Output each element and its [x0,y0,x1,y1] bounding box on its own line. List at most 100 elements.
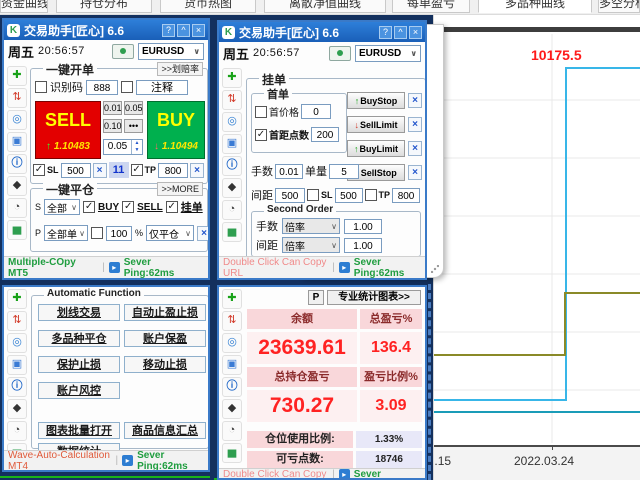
search-icon[interactable]: ◎ [7,110,27,130]
symbol-select[interactable]: EURUSD ∨ [355,44,421,62]
comment-checkbox[interactable] [121,81,133,93]
sellstop-clear-button[interactable]: × [408,165,422,180]
info-icon[interactable]: ⓘ [7,154,27,174]
help-button[interactable]: ? [162,23,175,37]
account-protect-profit-button[interactable]: 账户保盈 [124,330,206,347]
new-order-icon[interactable]: ✚ [222,68,242,88]
tab-position-dist[interactable]: 持仓分布 [56,0,152,13]
clock-icon[interactable]: ◔ [7,198,27,218]
selllimit-clear-button[interactable]: × [408,117,422,132]
buylimit-clear-button[interactable]: × [408,141,422,156]
tp-input[interactable]: 800 [392,187,421,203]
tab-equity-curve[interactable]: 资金曲线 [0,0,48,13]
buy-button[interactable]: BUY ↓ 1.10494 [147,101,205,159]
search-icon[interactable]: ◎ [7,333,27,353]
diamond-icon[interactable]: ◆ [7,176,27,196]
close-button[interactable]: × [192,23,205,37]
selllimit-button[interactable]: ↓ SellLimit [347,116,405,133]
info-icon[interactable]: ⓘ [222,377,242,397]
percent-checkbox[interactable] [91,227,104,239]
clock-icon[interactable]: ◔ [7,421,27,441]
multi-symbol-curve-chart[interactable]: 10175.5 2022.03.15 2022.03.24 [433,14,640,480]
sl-checkbox[interactable]: ✓ [33,164,45,176]
diamond-icon[interactable]: ◆ [7,399,27,419]
batch-open-charts-button[interactable]: 图表批量打开 [38,422,120,439]
pane-splitter[interactable] [428,284,431,480]
lot-preset-button[interactable]: 0.05 [124,101,143,115]
screenshot-icon[interactable] [329,45,351,61]
diamond-icon[interactable]: ◆ [222,178,242,198]
close-pending-checkbox[interactable]: ✓ [165,201,178,213]
lots-input[interactable]: 0.01 [275,163,303,179]
symbol-select[interactable]: EURUSD ∨ [138,42,204,60]
info-icon[interactable]: ⓘ [222,156,242,176]
first-distance-checkbox[interactable]: ✓ [255,128,267,141]
percent-input[interactable]: 100 [106,225,133,241]
tab-discrete-networth[interactable]: 离散净值曲线 [264,0,386,13]
help-button[interactable]: ? [379,25,392,39]
first-price-checkbox[interactable] [255,105,267,118]
p-toggle-button[interactable]: P [308,290,324,305]
second-gap-input[interactable]: 1.00 [344,237,382,253]
tp-checkbox[interactable]: ✓ [130,164,143,176]
info-icon[interactable]: ⓘ [7,377,27,397]
screenshot-icon[interactable] [112,43,134,59]
lot-size-stepper[interactable]: 0.05 ▲ ▼ [103,139,143,155]
search-icon[interactable]: ◎ [222,112,242,132]
first-price-input[interactable]: 0 [301,104,331,119]
tab-multi-symbol-curve[interactable]: 多品种曲线 [478,0,592,13]
chart-bars-icon[interactable]: ▅ [222,222,242,242]
protect-stop-button[interactable]: 保护止损 [38,356,120,373]
multi-symbol-close-button[interactable]: 多品种平仓 [38,330,120,347]
diamond-icon[interactable]: ◆ [222,399,242,419]
chart-bars-icon[interactable]: ▅ [222,443,242,463]
titlebar[interactable]: K 交易助手[匠心] 6.6 ? ^ × [4,20,208,40]
id-checkbox[interactable] [35,81,47,93]
sl-input[interactable]: 500 [60,162,91,178]
resize-grip[interactable] [431,265,439,273]
new-order-icon[interactable]: ✚ [222,289,242,309]
lot-more-button[interactable]: ••• [124,119,143,133]
odds-more-button[interactable]: >>划赔率 [157,62,203,76]
tab-long-short-analysis[interactable]: 多空分析 [598,0,640,13]
search-icon[interactable]: ◎ [222,333,242,353]
sl-input[interactable]: 500 [334,187,363,203]
symbol-scope-select[interactable]: 全部 ∨ [44,199,81,215]
updown-arrows-icon[interactable]: ⇅ [222,311,242,331]
comment-input[interactable]: 注释 [136,79,188,95]
close-execute-button[interactable]: × [197,225,208,241]
lot-preset-button[interactable]: 0.01 [103,101,122,115]
line-trade-button[interactable]: 划线交易 [38,304,120,321]
close-buy-checkbox[interactable]: ✓ [83,201,96,213]
updown-arrows-icon[interactable]: ⇅ [222,90,242,110]
buylimit-button[interactable]: ↑ BuyLimit [347,140,405,157]
window-icon[interactable]: ▣ [7,132,27,152]
sl-checkbox[interactable] [307,189,319,201]
tab-per-order-pl[interactable]: 每单盈亏 [392,0,470,13]
symbol-info-summary-button[interactable]: 商品信息汇总 [124,422,206,439]
id-input[interactable]: 888 [86,79,118,95]
auto-tp-sl-button[interactable]: 自动止盈止损 [124,304,206,321]
close-sell-checkbox[interactable]: ✓ [122,201,135,213]
window-icon[interactable]: ▣ [222,134,242,154]
close-more-button[interactable]: >>MORE [157,182,203,196]
first-distance-input[interactable]: 200 [311,127,339,142]
tp-input[interactable]: 800 [158,162,189,178]
clock-icon[interactable]: ◔ [222,421,242,441]
lot-preset-button[interactable]: 0.10 [103,119,122,133]
second-gap-mode-select[interactable]: 倍率 ∨ [282,237,340,253]
second-lots-mode-select[interactable]: 倍率 ∨ [282,218,340,234]
tp-clear-button[interactable]: × [190,162,205,178]
buystop-clear-button[interactable]: × [408,93,422,108]
window-icon[interactable]: ▣ [7,355,27,375]
buystop-button[interactable]: ↑ BuyStop [347,92,405,109]
pro-stats-button[interactable]: 专业统计图表>> [327,290,421,305]
second-lots-input[interactable]: 1.00 [344,218,382,234]
account-risk-button[interactable]: 账户风控 [38,382,120,399]
sl-clear-button[interactable]: × [92,162,107,178]
minimize-button[interactable]: ^ [177,23,190,37]
stepper-arrows[interactable]: ▲ ▼ [131,140,142,154]
order-scope-select[interactable]: 全部单 ∨ [44,225,89,241]
minimize-button[interactable]: ^ [394,25,407,39]
close-button[interactable]: × [409,25,422,39]
